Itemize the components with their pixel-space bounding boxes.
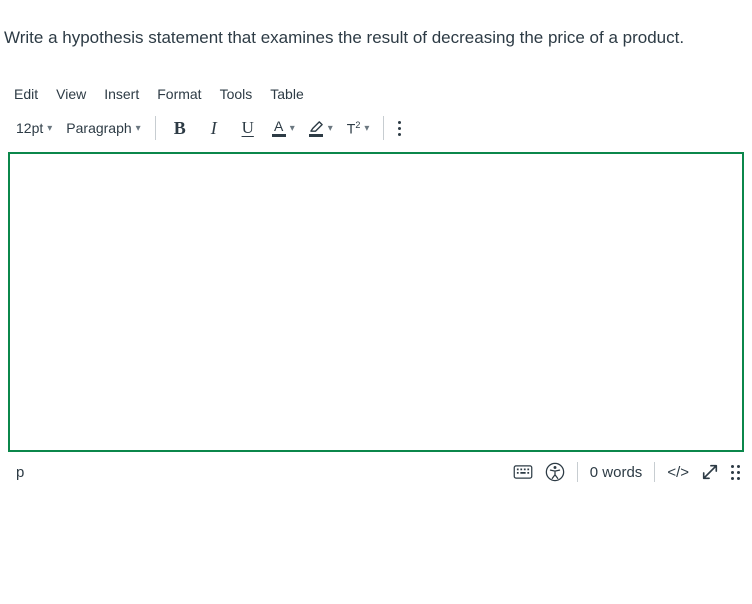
chevron-down-icon: ▾ bbox=[47, 123, 52, 134]
italic-button[interactable]: I bbox=[198, 114, 230, 142]
underline-icon: U bbox=[238, 118, 258, 138]
keyboard-shortcuts-button[interactable] bbox=[513, 465, 533, 479]
text-color-button[interactable]: A ▾ bbox=[266, 115, 301, 141]
toolbar-divider bbox=[383, 116, 384, 140]
toolbar: 12pt ▾ Paragraph ▾ B I U A ▾ bbox=[8, 110, 744, 152]
toolbar-divider bbox=[155, 116, 156, 140]
status-bar: p 0 words </> bbox=[8, 452, 744, 482]
block-format-select[interactable]: Paragraph ▾ bbox=[60, 116, 146, 140]
menu-view[interactable]: View bbox=[56, 86, 86, 102]
chevron-down-icon: ▾ bbox=[290, 123, 295, 134]
chevron-down-icon: ▾ bbox=[328, 123, 333, 134]
menu-edit[interactable]: Edit bbox=[14, 86, 38, 102]
drag-handle[interactable] bbox=[731, 465, 740, 480]
chevron-down-icon: ▾ bbox=[364, 123, 369, 134]
menu-tools[interactable]: Tools bbox=[220, 86, 253, 102]
font-size-select[interactable]: 12pt ▾ bbox=[10, 116, 58, 140]
highlight-icon bbox=[309, 120, 324, 137]
superscript-icon: T2 bbox=[347, 120, 361, 137]
more-options-button[interactable] bbox=[392, 117, 407, 140]
html-view-button[interactable]: </> bbox=[667, 464, 689, 481]
fullscreen-button[interactable] bbox=[701, 463, 719, 481]
status-divider bbox=[577, 462, 578, 482]
bold-icon: B bbox=[170, 118, 190, 138]
menu-format[interactable]: Format bbox=[157, 86, 201, 102]
menu-insert[interactable]: Insert bbox=[104, 86, 139, 102]
menu-table[interactable]: Table bbox=[270, 86, 303, 102]
italic-icon: I bbox=[204, 118, 224, 138]
editor-content[interactable] bbox=[8, 152, 744, 452]
keyboard-icon bbox=[513, 465, 533, 479]
drag-handle-icon bbox=[731, 465, 740, 480]
menu-bar: Edit View Insert Format Tools Table bbox=[8, 80, 744, 110]
element-path[interactable]: p bbox=[16, 464, 24, 481]
chevron-down-icon: ▾ bbox=[136, 123, 141, 134]
expand-icon bbox=[701, 463, 719, 481]
font-size-label: 12pt bbox=[16, 120, 43, 136]
accessibility-icon bbox=[545, 462, 565, 482]
highlight-color-button[interactable]: ▾ bbox=[303, 116, 339, 141]
question-prompt: Write a hypothesis statement that examin… bbox=[0, 0, 752, 80]
rich-text-editor: Edit View Insert Format Tools Table 12pt… bbox=[0, 80, 752, 482]
underline-button[interactable]: U bbox=[232, 114, 264, 142]
superscript-button[interactable]: T2 ▾ bbox=[341, 116, 376, 141]
text-color-icon: A bbox=[272, 119, 286, 137]
bold-button[interactable]: B bbox=[164, 114, 196, 142]
accessibility-button[interactable] bbox=[545, 462, 565, 482]
status-divider bbox=[654, 462, 655, 482]
more-vertical-icon bbox=[398, 121, 401, 136]
word-count[interactable]: 0 words bbox=[590, 464, 643, 481]
block-format-label: Paragraph bbox=[66, 120, 131, 136]
